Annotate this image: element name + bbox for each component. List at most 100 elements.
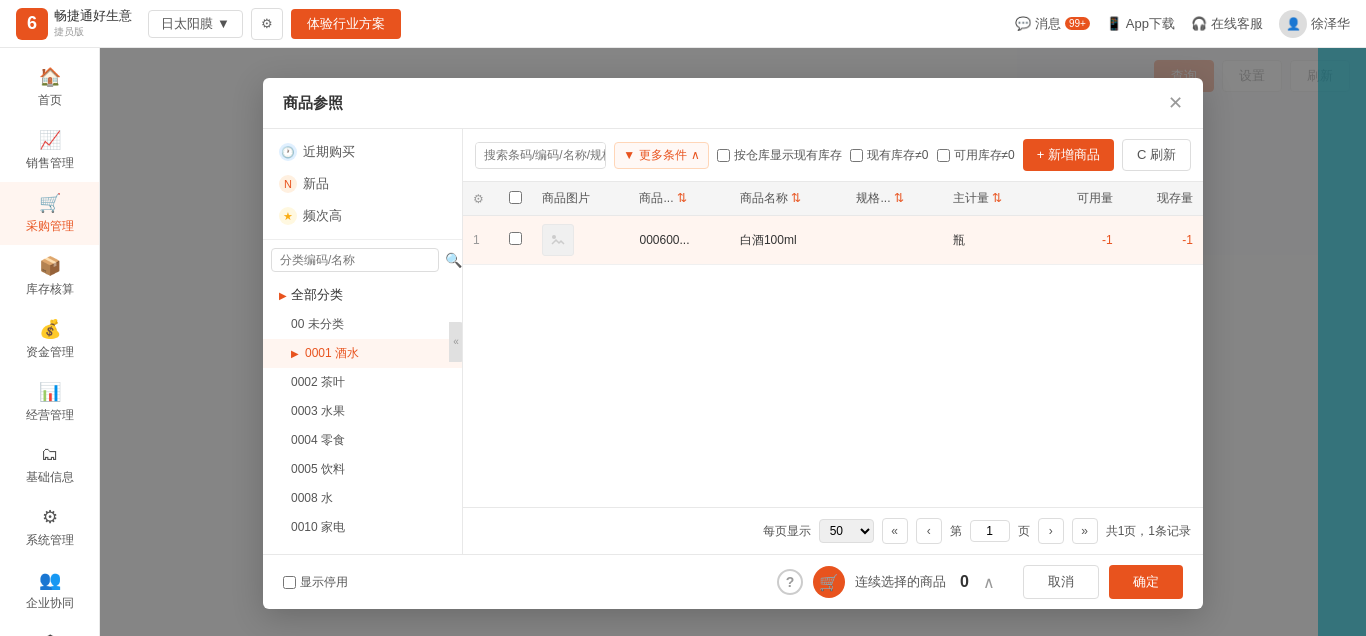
show-stock-checkbox-label[interactable]: 按仓库显示现有库存 — [717, 147, 842, 164]
col-unit[interactable]: 主计量 ⇅ — [943, 182, 1042, 216]
nav-selector[interactable]: 日太阳膜 ▼ — [148, 10, 243, 38]
tree-drinks[interactable]: 0005 饮料 — [263, 455, 462, 484]
filter-icon: ▼ — [623, 148, 635, 162]
filter-button[interactable]: ▼ 更多条件 ∧ — [614, 142, 709, 169]
sidebar-item-basics[interactable]: 🗂 基础信息 — [0, 434, 99, 496]
collapse-filter-icon: ∧ — [691, 148, 700, 162]
page-size-select[interactable]: 20 50 100 — [819, 519, 874, 543]
trial-button[interactable]: 体验行业方案 — [291, 9, 401, 39]
per-page-label: 每页显示 — [763, 523, 811, 540]
sidebar-item-inventory[interactable]: 📦 库存核算 — [0, 245, 99, 308]
col-spec[interactable]: 规格... ⇅ — [846, 182, 943, 216]
tree-uncategorized[interactable]: 00 未分类 — [263, 310, 462, 339]
sidebar-sales-label: 销售管理 — [26, 155, 74, 172]
confirm-button[interactable]: 确定 — [1109, 565, 1183, 599]
sidebar-item-guide[interactable]: 🎓 新手引导 — [0, 622, 99, 636]
modal-footer: 显示停用 ? 🛒 连续选择的商品 0 ∧ 取消 确定 — [263, 554, 1203, 609]
page-number-input[interactable] — [970, 520, 1010, 542]
pagination: 每页显示 20 50 100 « ‹ 第 页 › — [463, 507, 1203, 554]
main-layout: 🏠 首页 📈 销售管理 🛒 采购管理 📦 库存核算 💰 资金管理 📊 经营管理 … — [0, 48, 1366, 636]
tree-fruit[interactable]: 0003 水果 — [263, 397, 462, 426]
cart-label: 连续选择的商品 — [855, 573, 946, 591]
show-stock-checkbox[interactable] — [717, 149, 730, 162]
col-checkbox — [499, 182, 532, 216]
modal-close-button[interactable]: ✕ — [1168, 92, 1183, 114]
category-search-icon[interactable]: 🔍 — [445, 252, 462, 268]
stock-nonzero-checkbox[interactable] — [850, 149, 863, 162]
select-all-checkbox[interactable] — [509, 191, 522, 204]
show-disabled-label[interactable]: 显示停用 — [283, 574, 348, 591]
fruit-label: 0003 水果 — [291, 403, 345, 420]
col-stock[interactable]: 现存量 — [1123, 182, 1203, 216]
gear-button[interactable]: ⚙ — [251, 8, 283, 40]
row-checkbox-cell — [499, 216, 532, 265]
sidebar-inventory-label: 库存核算 — [26, 281, 74, 298]
stock-nonzero-checkbox-label[interactable]: 现有库存≠0 — [850, 147, 928, 164]
footer-center: ? 🛒 连续选择的商品 0 ∧ — [777, 566, 995, 598]
logo-text: 畅捷通好生意 — [54, 8, 132, 25]
online-service-label: 在线客服 — [1211, 15, 1263, 33]
sidebar-item-operations[interactable]: 📊 经营管理 — [0, 371, 99, 434]
toolbar: 🔍 ▼ 更多条件 ∧ 按仓库显示现有库存 — [463, 129, 1203, 182]
product-search-input[interactable] — [476, 143, 606, 167]
online-service-item[interactable]: 🎧 在线客服 — [1191, 15, 1263, 33]
category-search-input[interactable] — [271, 248, 439, 272]
table-row[interactable]: 1 — [463, 216, 1203, 265]
product-table: ⚙ 商品图片 — [463, 182, 1203, 265]
first-page-button[interactable]: « — [882, 518, 908, 544]
last-page-button[interactable]: » — [1072, 518, 1098, 544]
quick-new[interactable]: N 新品 — [271, 169, 454, 199]
sidebar-item-system[interactable]: ⚙ 系统管理 — [0, 496, 99, 559]
row-image-cell — [532, 216, 629, 265]
sort-name-icon: ⇅ — [791, 191, 801, 205]
expand-arrow: ▶ — [291, 348, 299, 359]
col-code[interactable]: 商品... ⇅ — [629, 182, 729, 216]
add-product-button[interactable]: + 新增商品 — [1023, 139, 1114, 171]
logo-text-wrap: 畅捷通好生意 捷员版 — [54, 8, 132, 39]
next-page-button[interactable]: › — [1038, 518, 1064, 544]
selected-count: 0 — [960, 573, 969, 591]
tree-all-categories[interactable]: ▶ 全部分类 — [263, 280, 462, 310]
sidebar-item-enterprise[interactable]: 👥 企业协同 — [0, 559, 99, 622]
tree-water[interactable]: 0008 水 — [263, 484, 462, 513]
available-nonzero-checkbox-label[interactable]: 可用库存≠0 — [937, 147, 1015, 164]
user-profile[interactable]: 👤 徐泽华 — [1279, 10, 1350, 38]
col-available[interactable]: 可用量 — [1042, 182, 1122, 216]
panel-collapse-button[interactable]: « — [449, 322, 463, 362]
tree-appliances[interactable]: 0010 家电 — [263, 513, 462, 542]
refresh-button[interactable]: C 刷新 — [1122, 139, 1191, 171]
app-download-item[interactable]: 📱 App下载 — [1106, 15, 1175, 33]
alcohol-label: 0001 酒水 — [305, 345, 359, 362]
tree-alcohol[interactable]: ▶ 0001 酒水 — [263, 339, 462, 368]
sidebar-purchase-label: 采购管理 — [26, 218, 74, 235]
quick-recent-purchase[interactable]: 🕐 近期购买 — [271, 137, 454, 167]
sidebar-basics-label: 基础信息 — [26, 469, 74, 486]
available-nonzero-checkbox[interactable] — [937, 149, 950, 162]
sidebar-item-home[interactable]: 🏠 首页 — [0, 56, 99, 119]
tree-snacks[interactable]: 0004 零食 — [263, 426, 462, 455]
collapse-button[interactable]: ∧ — [983, 573, 995, 592]
col-name[interactable]: 商品名称 ⇅ — [730, 182, 847, 216]
selector-label: 日太阳膜 — [161, 15, 213, 33]
sidebar-item-finance[interactable]: 💰 资金管理 — [0, 308, 99, 371]
row-checkbox[interactable] — [509, 232, 522, 245]
modal-overlay: 商品参照 ✕ 🕐 近期购买 N 新 — [100, 48, 1366, 636]
tree-tea[interactable]: 0002 茶叶 — [263, 368, 462, 397]
all-categories-label: 全部分类 — [291, 286, 343, 304]
sidebar-item-purchase[interactable]: 🛒 采购管理 — [0, 182, 99, 245]
messages-item[interactable]: 💬 消息 99+ — [1015, 15, 1090, 33]
sidebar-system-label: 系统管理 — [26, 532, 74, 549]
total-pages-text: 共1页，1条记录 — [1106, 523, 1191, 540]
show-disabled-checkbox[interactable] — [283, 576, 296, 589]
water-label: 0008 水 — [291, 490, 333, 507]
gear-icon[interactable]: ⚙ — [473, 192, 484, 206]
show-stock-label: 按仓库显示现有库存 — [734, 147, 842, 164]
prev-page-button[interactable]: ‹ — [916, 518, 942, 544]
sidebar-item-sales[interactable]: 📈 销售管理 — [0, 119, 99, 182]
help-button[interactable]: ? — [777, 569, 803, 595]
col-available-label: 可用量 — [1077, 191, 1113, 205]
cancel-button[interactable]: 取消 — [1023, 565, 1099, 599]
quick-frequent[interactable]: ★ 频次高 — [271, 201, 454, 231]
recent-purchase-label: 近期购买 — [303, 143, 355, 161]
app-download-label: App下载 — [1126, 15, 1175, 33]
